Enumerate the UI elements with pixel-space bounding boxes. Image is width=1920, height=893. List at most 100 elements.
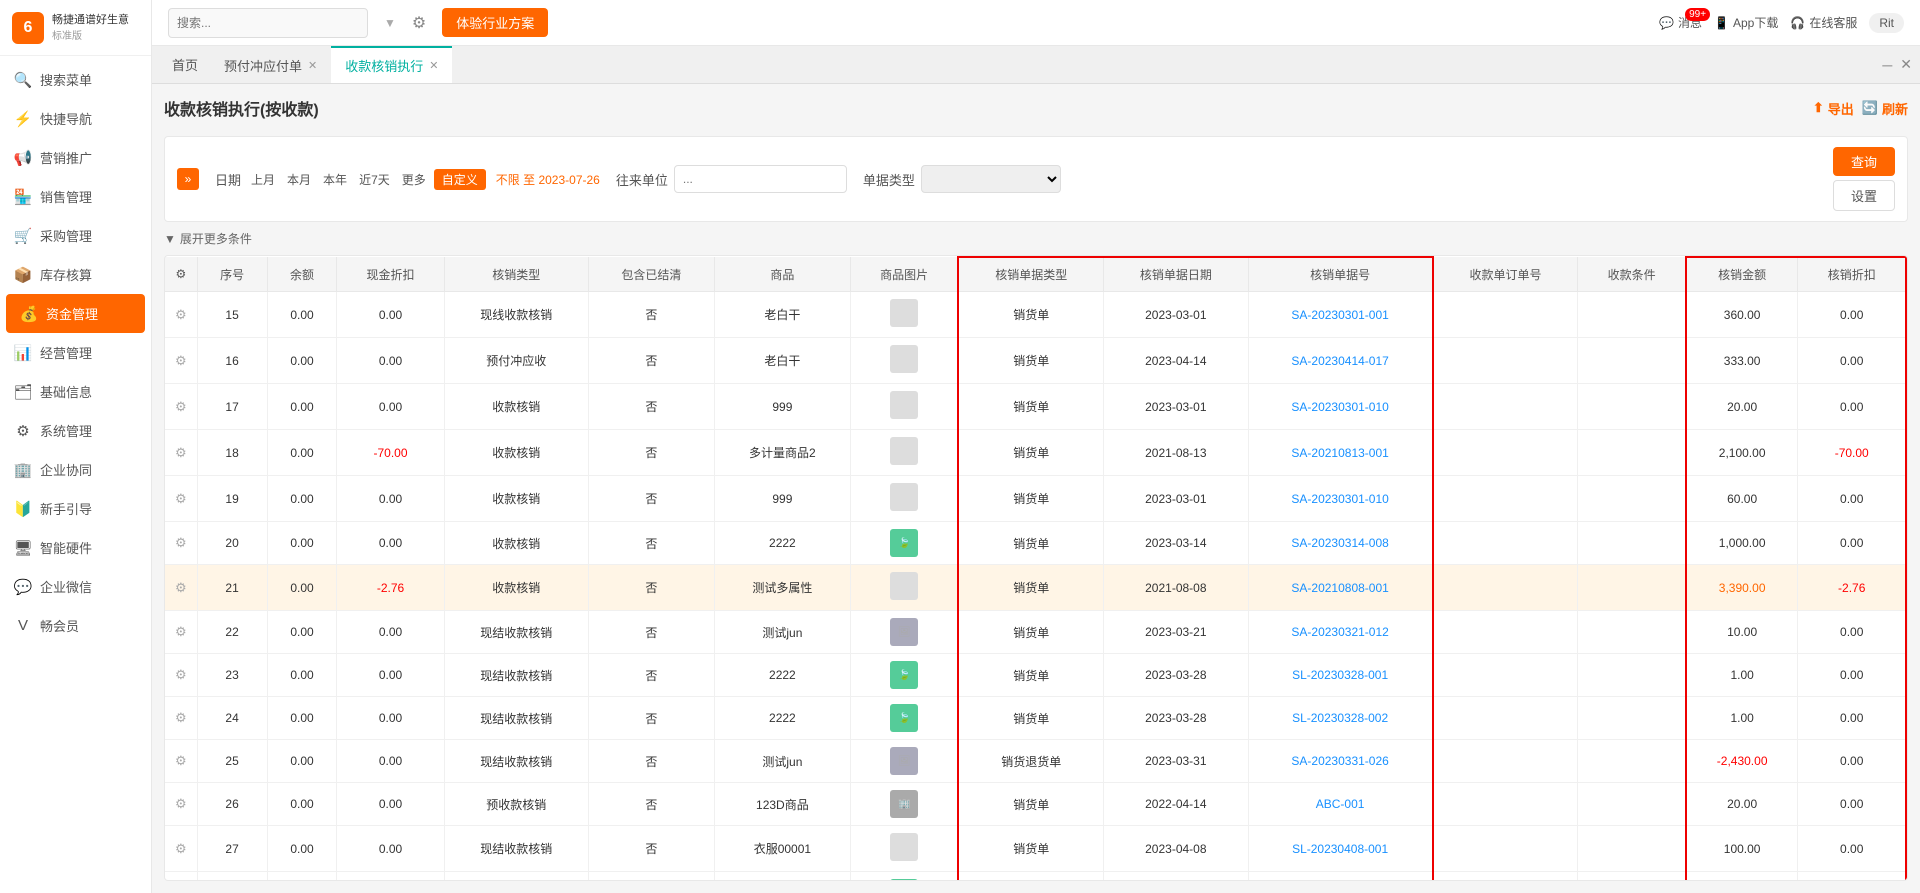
table-cell-write_off_no[interactable]: SL-20230328-001 [1248, 654, 1433, 697]
settings-col-icon[interactable]: ⚙ [175, 667, 187, 682]
settings-col-icon[interactable]: ⚙ [175, 580, 187, 595]
settings-col-icon[interactable]: ⚙ [175, 796, 187, 811]
write-off-no-link[interactable]: SA-20230301-001 [1291, 308, 1388, 322]
table-cell-no: 27 [197, 826, 267, 872]
table-cell-write_off_no[interactable]: SL-20230328-002 [1248, 697, 1433, 740]
refresh-button[interactable]: 🔄 刷新 [1862, 99, 1908, 118]
settings-button[interactable]: 设置 [1833, 180, 1895, 211]
sidebar-item-basic[interactable]: 🗂基础信息 [0, 372, 151, 411]
write-off-no-link[interactable]: SA-20210813-001 [1291, 446, 1388, 460]
sidebar-item-system[interactable]: ⚙系统管理 [0, 411, 151, 450]
sidebar-item-business[interactable]: 📊经营管理 [0, 333, 151, 372]
settings-col-icon[interactable]: ⚙ [175, 753, 187, 768]
sidebar-item-guide[interactable]: 🔰新手引导 [0, 489, 151, 528]
this-month-btn[interactable]: 本月 [283, 169, 315, 190]
table-cell-receipt_terms [1578, 872, 1686, 882]
write-off-no-link[interactable]: SA-20230414-017 [1291, 354, 1388, 368]
window-close-icon[interactable]: ✕ [1900, 56, 1912, 73]
table-cell-write_off_no[interactable]: SL-20230408-001 [1248, 826, 1433, 872]
table-cell-write_off_no[interactable]: SA-20210813-001 [1248, 430, 1433, 476]
topbar-dropdown-icon[interactable]: ▼ [384, 16, 396, 30]
table-cell-write_off_no[interactable]: SA-20230314-008 [1248, 522, 1433, 565]
app-download-item[interactable]: 📱 App下载 [1714, 14, 1778, 31]
table-cell-product_img [850, 565, 958, 611]
settings-col-icon[interactable]: ⚙ [175, 624, 187, 639]
last-7days-btn[interactable]: 近7天 [355, 169, 394, 190]
table-cell-write_off_no[interactable]: SA-20230321-012 [1248, 611, 1433, 654]
settings-col-icon[interactable]: ⚙ [175, 307, 187, 322]
write-off-no-link[interactable]: SA-20230301-010 [1291, 492, 1388, 506]
sidebar-item-sales[interactable]: 🏪销售管理 [0, 177, 151, 216]
sidebar-item-quick[interactable]: ⚡快捷导航 [0, 99, 151, 138]
gear-icon[interactable]: ⚙ [412, 13, 426, 33]
table-cell-write_off_date: 2023-03-01 [1104, 384, 1248, 430]
sidebar-item-marketing[interactable]: 📢营销推广 [0, 138, 151, 177]
write-off-no-link[interactable]: SA-20230321-012 [1291, 625, 1388, 639]
table-cell-write_off_no[interactable]: SA-20230301-010 [1248, 384, 1433, 430]
sidebar-item-purchase[interactable]: 🛒采购管理 [0, 216, 151, 255]
table-cell-write_off_no[interactable]: SL-20230418-001 [1248, 872, 1433, 882]
sidebar-item-wechat[interactable]: 💬企业微信 [0, 567, 151, 606]
write-off-no-link[interactable]: SA-20230301-010 [1291, 400, 1388, 414]
company-input[interactable] [674, 165, 847, 193]
tab-receipt[interactable]: 收款核销执行✕ [331, 46, 452, 83]
window-minimize-icon[interactable]: ─ [1882, 57, 1892, 73]
table-cell-receipt_order_no [1433, 697, 1578, 740]
table-cell-write_off_date: 2023-03-14 [1104, 522, 1248, 565]
product-image: 🖼 [890, 618, 918, 646]
settings-col-icon[interactable]: ⚙ [175, 399, 187, 414]
table-cell-write_off_discount: 0.00 [1798, 654, 1906, 697]
custom-date-btn[interactable]: 自定义 [434, 169, 486, 190]
expand-more-btn[interactable]: ▼ 展开更多条件 [164, 230, 1908, 247]
order-type-select[interactable] [921, 165, 1061, 193]
tab-prepay[interactable]: 预付冲应付单✕ [210, 46, 331, 83]
settings-col-icon[interactable]: ⚙ [175, 445, 187, 460]
table-cell-write_off_no[interactable]: SA-20230301-010 [1248, 476, 1433, 522]
sidebar-item-inventory[interactable]: 📦库存核算 [0, 255, 151, 294]
last-month-btn[interactable]: 上月 [247, 169, 279, 190]
more-date-btn[interactable]: 更多 [398, 169, 430, 190]
settings-col-icon[interactable]: ⚙ [175, 710, 187, 725]
write-off-no-link[interactable]: ABC-001 [1316, 797, 1365, 811]
user-badge[interactable]: Rit [1869, 13, 1904, 33]
write-off-no-link[interactable]: SL-20230328-002 [1292, 711, 1388, 725]
settings-col-icon[interactable]: ⚙ [175, 353, 187, 368]
sidebar-item-hardware[interactable]: 🖥智能硬件 [0, 528, 151, 567]
sidebar-item-search[interactable]: 🔍搜索菜单 [0, 60, 151, 99]
table-cell-write_off_bill_type: 销货退货单 [958, 740, 1103, 783]
sidebar-item-corp[interactable]: 🏢企业协同 [0, 450, 151, 489]
table-cell-write_off_no[interactable]: ABC-001 [1248, 783, 1433, 826]
search-input[interactable] [168, 8, 368, 38]
online-service-item[interactable]: 🎧 在线客服 [1790, 14, 1857, 31]
write-off-no-link[interactable]: SL-20230328-001 [1292, 668, 1388, 682]
sidebar-item-member[interactable]: V畅会员 [0, 606, 151, 645]
col-header-verify_type: 核销类型 [444, 257, 588, 292]
settings-col-icon[interactable]: ⚙ [175, 535, 187, 550]
tab-close-prepay[interactable]: ✕ [308, 59, 317, 72]
query-button[interactable]: 查询 [1833, 147, 1895, 176]
settings-col-icon[interactable]: ⚙ [175, 491, 187, 506]
table-cell-write_off_no[interactable]: SA-20230414-017 [1248, 338, 1433, 384]
table-cell-write_off_no[interactable]: SA-20230331-026 [1248, 740, 1433, 783]
table-cell-receipt_order_no [1433, 654, 1578, 697]
nav-label-search: 搜索菜单 [40, 70, 92, 89]
write-off-no-link[interactable]: SA-20230331-026 [1291, 754, 1388, 768]
table-cell-product_img: 🍃 [850, 697, 958, 740]
table-cell-product: 测试多属性 [714, 565, 850, 611]
export-button[interactable]: ⬆ 导出 [1813, 99, 1854, 118]
solution-button[interactable]: 体验行业方案 [442, 8, 548, 37]
write-off-no-link[interactable]: SL-20230408-001 [1292, 842, 1388, 856]
table-cell-write_off_discount: 0.00 [1798, 292, 1906, 338]
filter-expand-button[interactable]: » [177, 168, 199, 190]
table-cell-write_off_discount: -2.76 [1798, 565, 1906, 611]
settings-col-icon[interactable]: ⚙ [175, 841, 187, 856]
table-cell-write_off_no[interactable]: SA-20210808-001 [1248, 565, 1433, 611]
this-year-btn[interactable]: 本年 [319, 169, 351, 190]
sidebar-item-finance[interactable]: 💰资金管理 [6, 294, 145, 333]
message-item[interactable]: 💬 消息 99+ [1659, 14, 1702, 31]
write-off-no-link[interactable]: SA-20210808-001 [1291, 581, 1388, 595]
table-cell-write_off_no[interactable]: SA-20230301-001 [1248, 292, 1433, 338]
tab-home[interactable]: 首页 [160, 47, 210, 82]
tab-close-receipt[interactable]: ✕ [429, 59, 438, 72]
write-off-no-link[interactable]: SA-20230314-008 [1291, 536, 1388, 550]
